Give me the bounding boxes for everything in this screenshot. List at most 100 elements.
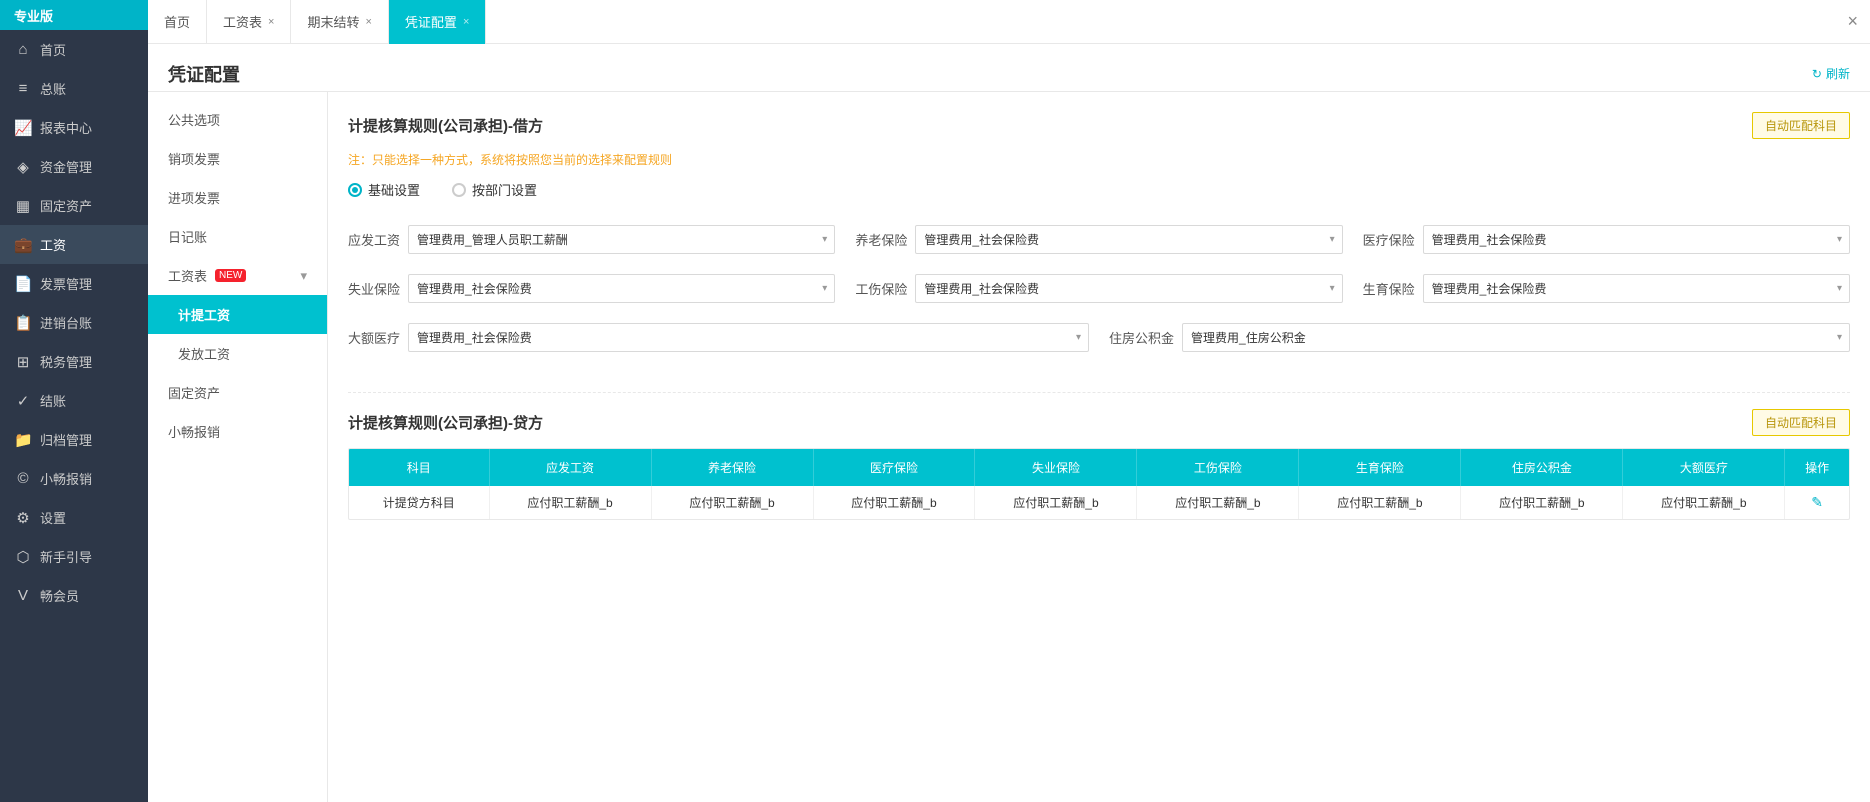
radio-basic-circle: [348, 183, 362, 197]
select-zfgjj[interactable]: 管理费用_住房公积金: [1182, 323, 1850, 352]
select-wrap-sybx[interactable]: 管理费用_社会保险费 ▾: [408, 274, 835, 303]
tab-close-voucher[interactable]: ×: [463, 16, 469, 28]
sidebar-item-salary[interactable]: 💼 工资: [0, 225, 148, 264]
tab-home[interactable]: 首页: [148, 0, 207, 44]
invoice-icon: 📄: [14, 275, 32, 293]
label-dayl: 大额医疗: [348, 328, 400, 347]
select-wrap-zfgjj[interactable]: 管理费用_住房公积金 ▾: [1182, 323, 1850, 352]
sidebar-item-archive[interactable]: 📁 归档管理: [0, 420, 148, 459]
left-nav-purchase-invoice-label: 进项发票: [168, 188, 220, 207]
fund-icon: ◈: [14, 158, 32, 176]
debit-section-title: 计提核算规则(公司承担)-借方: [348, 115, 543, 136]
left-nav-calc-salary[interactable]: 计提工资: [148, 295, 327, 334]
select-wrap-yfgz[interactable]: 管理费用_管理人员职工薪酬 ▾: [408, 225, 835, 254]
select-wrap-sybx2[interactable]: 管理费用_社会保险费 ▾: [1423, 274, 1850, 303]
tab-close-salary[interactable]: ×: [268, 16, 274, 28]
sidebar-item-invoice-mgmt[interactable]: 📄 发票管理: [0, 264, 148, 303]
tab-close-period[interactable]: ×: [365, 16, 371, 28]
select-sybx2[interactable]: 管理费用_社会保险费: [1423, 274, 1850, 303]
label-ylbx: 养老保险: [855, 230, 907, 249]
credit-section-header: 计提核算规则(公司承担)-贷方 自动匹配科目: [348, 409, 1850, 436]
sidebar-item-fund[interactable]: ◈ 资金管理: [0, 147, 148, 186]
select-ylbx2[interactable]: 管理费用_社会保险费: [1423, 225, 1850, 254]
cell-val-3: 应付职工薪酬_b: [975, 486, 1137, 519]
sidebar-item-guide[interactable]: ⬡ 新手引导: [0, 537, 148, 576]
chart-icon: 📈: [14, 119, 32, 137]
tab-salary-table[interactable]: 工资表 ×: [207, 0, 291, 44]
sidebar-item-label: 结账: [40, 391, 66, 410]
left-nav-fixed-assets[interactable]: 固定资产: [148, 373, 327, 412]
sidebar-item-label: 归档管理: [40, 430, 92, 449]
left-nav-salary-table[interactable]: 工资表 NEW ▾: [148, 256, 327, 295]
brand-logo: 专业版: [0, 0, 148, 30]
left-nav-small-expense-label: 小畅报销: [168, 422, 220, 441]
sidebar-item-label: 工资: [40, 235, 66, 254]
left-nav-fixed-assets-label: 固定资产: [168, 383, 220, 402]
cell-action[interactable]: ✎: [1785, 486, 1849, 519]
left-nav-distribute-salary[interactable]: 发放工资: [148, 334, 327, 373]
radio-basic[interactable]: 基础设置: [348, 180, 420, 199]
refresh-button[interactable]: ↻ 刷新: [1812, 65, 1850, 82]
window-close-button[interactable]: ×: [1835, 0, 1870, 44]
sidebar-item-label: 资金管理: [40, 157, 92, 176]
debit-form-row2: 失业保险 管理费用_社会保险费 ▾ 工伤保险 管理费用_社会保险费 ▾: [348, 264, 1850, 313]
sidebar-item-label: 进销台账: [40, 313, 92, 332]
credit-auto-match-button[interactable]: 自动匹配科目: [1752, 409, 1850, 436]
tab-period-close[interactable]: 期末结转 ×: [291, 0, 388, 44]
select-ylbx[interactable]: 管理费用_社会保险费: [915, 225, 1342, 254]
member-icon: V: [14, 587, 32, 604]
select-sybx[interactable]: 管理费用_社会保险费: [408, 274, 835, 303]
main-content: 计提核算规则(公司承担)-借方 自动匹配科目 注：只能选择一种方式，系统将按照您…: [328, 92, 1870, 802]
debit-note: 注：只能选择一种方式，系统将按照您当前的选择来配置规则: [348, 151, 1850, 168]
credit-table: 科目 应发工资 养老保险 医疗保险 失业保险 工伤保险 生育保险 住房公积金 大…: [349, 449, 1849, 519]
field-sybx: 失业保险 管理费用_社会保险费 ▾: [348, 274, 835, 303]
credit-section: 计提核算规则(公司承担)-贷方 自动匹配科目 科目 应发工资 养老保险 医疗保险…: [348, 409, 1850, 520]
select-gsbx[interactable]: 管理费用_社会保险费: [915, 274, 1342, 303]
tab-salary-table-label: 工资表: [223, 12, 262, 31]
tab-voucher-config-label: 凭证配置: [405, 12, 457, 31]
radio-group: 基础设置 按部门设置: [348, 180, 1850, 199]
sidebar: 专业版 ⌂ 首页 ≡ 总账 📈 报表中心 ◈ 资金管理 ▦ 固定资产 💼 工资 …: [0, 0, 148, 802]
radio-basic-label: 基础设置: [368, 180, 420, 199]
left-nav-sales-invoice[interactable]: 销项发票: [148, 139, 327, 178]
select-wrap-ylbx2[interactable]: 管理费用_社会保险费 ▾: [1423, 225, 1850, 254]
sidebar-item-member[interactable]: V 畅会员: [0, 576, 148, 615]
col-subject: 科目: [349, 449, 489, 486]
label-sybx2: 生育保险: [1363, 279, 1415, 298]
select-wrap-dayl[interactable]: 管理费用_社会保险费 ▾: [408, 323, 1089, 352]
debit-form-row1: 应发工资 管理费用_管理人员职工薪酬 ▾ 养老保险 管理费用_社会保险费 ▾: [348, 215, 1850, 264]
select-wrap-ylbx[interactable]: 管理费用_社会保险费 ▾: [915, 225, 1342, 254]
debit-section-header: 计提核算规则(公司承担)-借方 自动匹配科目: [348, 112, 1850, 139]
guide-icon: ⬡: [14, 548, 32, 566]
radio-by-dept[interactable]: 按部门设置: [452, 180, 537, 199]
sidebar-item-reports[interactable]: 📈 报表中心: [0, 108, 148, 147]
col-zfgjj: 住房公积金: [1461, 449, 1623, 486]
left-nav-public[interactable]: 公共选项: [148, 100, 327, 139]
left-nav-purchase-invoice[interactable]: 进项发票: [148, 178, 327, 217]
debit-auto-match-button[interactable]: 自动匹配科目: [1752, 112, 1850, 139]
sidebar-item-general-ledger[interactable]: ≡ 总账: [0, 69, 148, 108]
radio-by-dept-circle: [452, 183, 466, 197]
sidebar-item-expense[interactable]: © 小畅报销: [0, 459, 148, 498]
col-dayl: 大额医疗: [1623, 449, 1785, 486]
table-header-row: 科目 应发工资 养老保险 医疗保险 失业保险 工伤保险 生育保险 住房公积金 大…: [349, 449, 1849, 486]
credit-section-title: 计提核算规则(公司承担)-贷方: [348, 412, 543, 433]
tab-voucher-config[interactable]: 凭证配置 ×: [389, 0, 486, 44]
left-nav-journal-label: 日记账: [168, 227, 207, 246]
sidebar-item-sales-ledger[interactable]: 📋 进销台账: [0, 303, 148, 342]
sidebar-item-home[interactable]: ⌂ 首页: [0, 30, 148, 69]
sidebar-item-settings[interactable]: ⚙ 设置: [0, 498, 148, 537]
select-dayl[interactable]: 管理费用_社会保险费: [408, 323, 1089, 352]
left-nav-small-expense[interactable]: 小畅报销: [148, 412, 327, 451]
left-nav-distribute-salary-label: 发放工资: [178, 344, 230, 363]
sidebar-item-fixed-assets[interactable]: ▦ 固定资产: [0, 186, 148, 225]
sidebar-item-closing[interactable]: ✓ 结账: [0, 381, 148, 420]
sidebar-item-label: 报表中心: [40, 118, 92, 137]
select-wrap-gsbx[interactable]: 管理费用_社会保险费 ▾: [915, 274, 1342, 303]
edit-icon[interactable]: ✎: [1811, 494, 1823, 510]
content-wrap: 公共选项 销项发票 进项发票 日记账 工资表 NEW ▾ 计提工资 发放工资: [148, 92, 1870, 802]
select-yfgz[interactable]: 管理费用_管理人员职工薪酬: [408, 225, 835, 254]
left-nav-journal[interactable]: 日记账: [148, 217, 327, 256]
col-ylbx2: 医疗保险: [813, 449, 975, 486]
sidebar-item-tax[interactable]: ⊞ 税务管理: [0, 342, 148, 381]
